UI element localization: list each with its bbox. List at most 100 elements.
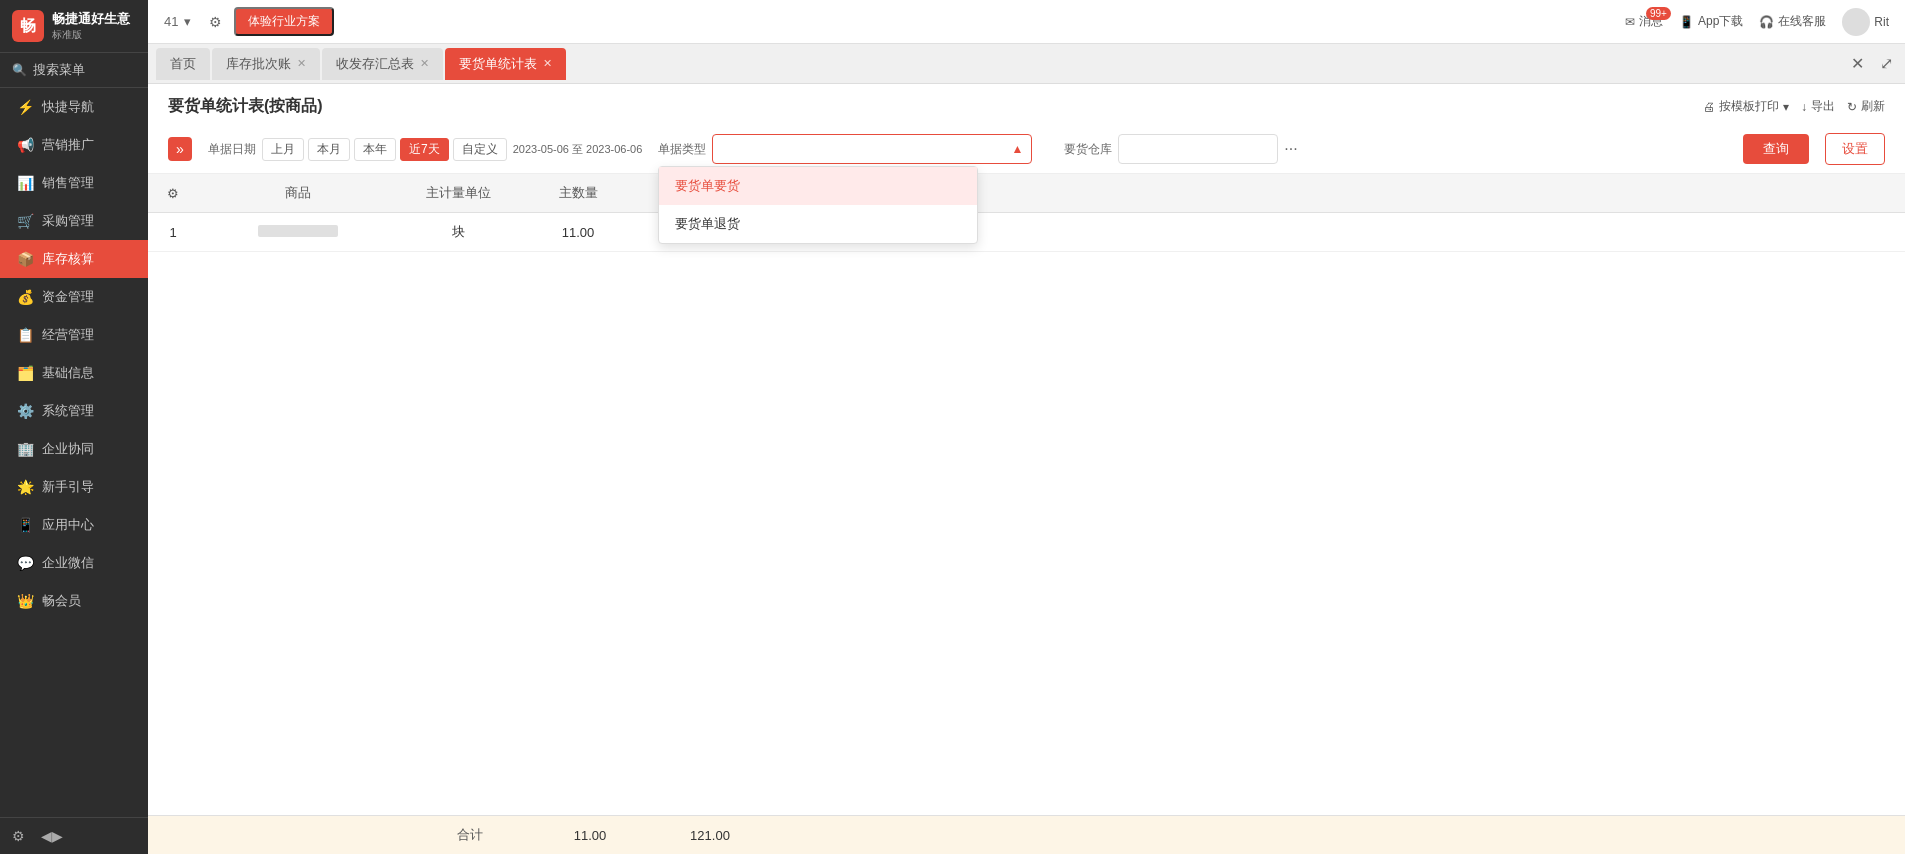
- date-quick-buttons: 上月 本月 本年 近7天 自定义: [262, 138, 507, 161]
- print-button[interactable]: 🖨 按模板打印 ▾: [1703, 98, 1789, 115]
- store-selector[interactable]: 41 ▾: [164, 14, 191, 29]
- tab-batch-account-label: 库存批次账: [226, 55, 291, 73]
- tab-expand-icon[interactable]: ⤢: [1876, 50, 1897, 77]
- tab-order-stats[interactable]: 要货单统计表 ✕: [445, 48, 566, 80]
- sidebar-item-operations[interactable]: 📋 经营管理: [0, 316, 148, 354]
- app-download-button[interactable]: 📱 App下载: [1679, 13, 1743, 30]
- promo-button[interactable]: 体验行业方案: [234, 7, 334, 36]
- data-table: ⚙ 商品 主计量单位 主数量 零售金额 1: [148, 174, 1905, 252]
- export-button[interactable]: ↓ 导出: [1801, 98, 1835, 115]
- user-avatar-button[interactable]: Rit: [1842, 8, 1889, 36]
- date-range-text: 2023-05-06 至 2023-06-06: [513, 142, 643, 157]
- date-this-month-button[interactable]: 本月: [308, 138, 350, 161]
- refresh-icon: ↻: [1847, 100, 1857, 114]
- tab-batch-account-close[interactable]: ✕: [297, 57, 306, 70]
- sidebar-nav: ⚡ 快捷导航 📢 营销推广 📊 销售管理 🛒 采购管理 📦 库存核算 💰 资金管…: [0, 88, 148, 817]
- tab-order-stats-label: 要货单统计表: [459, 55, 537, 73]
- store-number: 41: [164, 14, 178, 29]
- date-last-month-button[interactable]: 上月: [262, 138, 304, 161]
- query-button[interactable]: 查询: [1743, 134, 1809, 164]
- sidebar: 畅 畅捷通好生意 标准版 🔍 搜索菜单 ⚡ 快捷导航 📢 营销推广 📊 销售管理…: [0, 0, 148, 854]
- sidebar-header: 畅 畅捷通好生意 标准版: [0, 0, 148, 53]
- avatar: [1842, 8, 1870, 36]
- topbar: 41 ▾ ⚙ 体验行业方案 ✉ 消息 99+ 📱 App下载 🎧 在线客服 Ri…: [148, 0, 1905, 44]
- sidebar-item-label: 企业微信: [42, 554, 94, 572]
- sidebar-toggle-icon[interactable]: ◀▶: [41, 828, 63, 844]
- footer-amount: 121.00: [650, 828, 770, 843]
- order-type-arrow-icon[interactable]: ▲: [1003, 142, 1031, 156]
- sidebar-item-system[interactable]: ⚙️ 系统管理: [0, 392, 148, 430]
- topbar-right: ✉ 消息 99+ 📱 App下载 🎧 在线客服 Rit: [1625, 8, 1889, 36]
- system-icon: ⚙️: [16, 403, 34, 419]
- td-quantity: 11.00: [518, 213, 638, 252]
- sidebar-item-sales[interactable]: 📊 销售管理: [0, 164, 148, 202]
- warehouse-filter-group: 要货仓库 ···: [1064, 134, 1297, 164]
- filter-expand-button[interactable]: »: [168, 137, 192, 161]
- message-badge: 99+: [1646, 7, 1671, 20]
- order-type-input[interactable]: [713, 142, 1003, 156]
- table-settings-icon[interactable]: ⚙: [167, 186, 179, 201]
- message-button[interactable]: ✉ 消息 99+: [1625, 13, 1663, 30]
- page-header-actions: 🖨 按模板打印 ▾ ↓ 导出 ↻ 刷新: [1703, 98, 1885, 115]
- export-icon: ↓: [1801, 100, 1807, 114]
- sidebar-item-enterprise[interactable]: 🏢 企业协同: [0, 430, 148, 468]
- app-title: 畅捷通好生意: [52, 10, 136, 28]
- sidebar-item-marketing[interactable]: 📢 营销推广: [0, 126, 148, 164]
- dropdown-item-order-return[interactable]: 要货单退货: [659, 205, 977, 243]
- tab-receive-summary-close[interactable]: ✕: [420, 57, 429, 70]
- tab-home[interactable]: 首页: [156, 48, 210, 80]
- date-filter-label: 单据日期: [208, 141, 256, 158]
- sidebar-search[interactable]: 🔍 搜索菜单: [0, 53, 148, 88]
- app-logo: 畅: [12, 10, 44, 42]
- footer-label: 合计: [410, 826, 530, 844]
- topbar-gear-icon[interactable]: ⚙: [209, 14, 222, 30]
- sidebar-item-label: 畅会员: [42, 592, 81, 610]
- settings-button[interactable]: 设置: [1825, 133, 1885, 165]
- product-placeholder: [258, 225, 338, 237]
- warehouse-select[interactable]: [1118, 134, 1278, 164]
- sidebar-item-app-center[interactable]: 📱 应用中心: [0, 506, 148, 544]
- export-label: 导出: [1811, 98, 1835, 115]
- tab-receive-summary[interactable]: 收发存汇总表 ✕: [322, 48, 443, 80]
- dropdown-item-order-goods[interactable]: 要货单要货: [659, 167, 977, 205]
- td-product: [198, 213, 398, 252]
- date-custom-button[interactable]: 自定义: [453, 138, 507, 161]
- finance-icon: 💰: [16, 289, 34, 305]
- guide-icon: 🌟: [16, 479, 34, 495]
- sidebar-item-guide[interactable]: 🌟 新手引导: [0, 468, 148, 506]
- sidebar-item-basic-info[interactable]: 🗂️ 基础信息: [0, 354, 148, 392]
- sidebar-item-quick-nav[interactable]: ⚡ 快捷导航: [0, 88, 148, 126]
- sidebar-item-inventory[interactable]: 📦 库存核算: [0, 240, 148, 278]
- th-settings[interactable]: ⚙: [148, 174, 198, 213]
- sidebar-item-finance[interactable]: 💰 资金管理: [0, 278, 148, 316]
- enterprise-icon: 🏢: [16, 441, 34, 457]
- sidebar-item-label: 库存核算: [42, 250, 94, 268]
- tab-order-stats-close[interactable]: ✕: [543, 57, 552, 70]
- operations-icon: 📋: [16, 327, 34, 343]
- tab-home-label: 首页: [170, 55, 196, 73]
- order-type-select-container[interactable]: ▲: [712, 134, 1032, 164]
- sidebar-item-purchase[interactable]: 🛒 采购管理: [0, 202, 148, 240]
- td-unit: 块: [398, 213, 518, 252]
- tab-close-all-icon[interactable]: ✕: [1847, 50, 1868, 77]
- sidebar-item-label: 资金管理: [42, 288, 94, 306]
- app-download-label: App下载: [1698, 13, 1743, 30]
- sidebar-item-label: 应用中心: [42, 516, 94, 534]
- sidebar-item-wechat[interactable]: 💬 企业微信: [0, 544, 148, 582]
- date-last-7-days-button[interactable]: 近7天: [400, 138, 449, 161]
- online-service-button[interactable]: 🎧 在线客服: [1759, 13, 1826, 30]
- refresh-label: 刷新: [1861, 98, 1885, 115]
- table-container: ⚙ 商品 主计量单位 主数量 零售金额 1: [148, 174, 1905, 815]
- sidebar-settings-icon[interactable]: ⚙: [12, 828, 25, 844]
- sidebar-item-vip[interactable]: 👑 畅会员: [0, 582, 148, 620]
- tab-batch-account[interactable]: 库存批次账 ✕: [212, 48, 320, 80]
- refresh-button[interactable]: ↻ 刷新: [1847, 98, 1885, 115]
- tabbar-actions: ✕ ⤢: [1847, 50, 1897, 77]
- sidebar-footer: ⚙ ◀▶: [0, 817, 148, 854]
- expand-icon: »: [176, 141, 184, 157]
- order-type-dropdown: 要货单要货 要货单退货: [658, 166, 978, 244]
- order-type-filter-group: 单据类型 ▲ 要货单要货 要货单退货: [658, 134, 1032, 164]
- date-this-year-button[interactable]: 本年: [354, 138, 396, 161]
- sales-icon: 📊: [16, 175, 34, 191]
- warehouse-dots[interactable]: ···: [1284, 140, 1297, 158]
